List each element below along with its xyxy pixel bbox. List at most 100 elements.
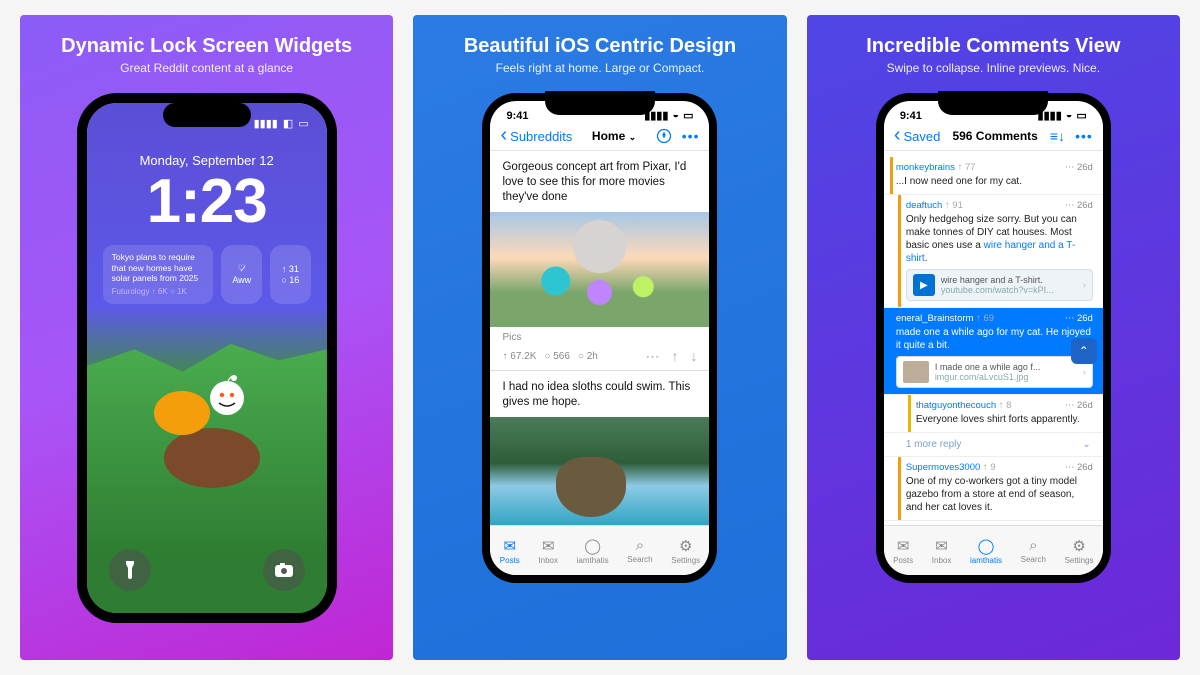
comment-more-icon[interactable]: ⋯ <box>1065 200 1075 211</box>
embed-title: wire hanger and a T-shirt. <box>941 275 1077 285</box>
tab-posts[interactable]: ✉︎Posts <box>893 537 913 565</box>
post-upvotes: ↑ 67.2K <box>502 351 536 362</box>
promo-panel-feed: Beautiful iOS Centric Design Feels right… <box>413 15 786 660</box>
comment[interactable]: thatguyonthecouch ↑ 8⋯ 26d Everyone love… <box>884 395 1103 433</box>
post-title: Gorgeous concept art from Pixar, I'd lov… <box>490 151 709 212</box>
nav-title: 596 Comments <box>952 129 1037 143</box>
post-title: I had no idea sloths could swim. This gi… <box>490 371 709 417</box>
embed-url: imgur.com/aLvcuS1.jpg <box>935 372 1077 382</box>
post-card[interactable]: I had no idea sloths could swim. This gi… <box>490 371 709 533</box>
tab-search[interactable]: ⌕Search <box>627 537 652 564</box>
battery-icon: ▭ <box>1076 109 1086 122</box>
comment-body: Everyone loves shirt forts apparently. <box>916 413 1093 426</box>
notch <box>938 91 1048 115</box>
tab-settings[interactable]: ⚙︎Settings <box>671 537 700 565</box>
reddit-mascot-illustration <box>132 343 282 493</box>
post-more-icon[interactable]: ⋯ <box>645 348 659 365</box>
flashlight-button[interactable] <box>109 549 151 591</box>
collapse-button[interactable]: ⌃ <box>1071 338 1097 364</box>
comment[interactable]: monkeybrains ↑ 77⋯ 26d ...I now need one… <box>884 157 1103 195</box>
comment[interactable]: Supermoves3000 ↑ 9⋯ 26d One of my co-wor… <box>884 457 1103 521</box>
more-icon[interactable]: ••• <box>682 128 700 144</box>
panel-subtitle: Swipe to collapse. Inline previews. Nice… <box>887 61 1100 75</box>
comment-body: made one a while ago for my cat. He njoy… <box>896 326 1093 352</box>
camera-icon <box>275 563 293 577</box>
link-preview[interactable]: ▶ wire hanger and a T-shirt. youtube.com… <box>906 269 1093 301</box>
tab-bar: ✉︎Posts ✉︎Inbox ◯iamthatis ⌕Search ⚙︎Set… <box>884 525 1103 575</box>
inbox-icon: ✉︎ <box>542 537 555 555</box>
embed-url: youtube.com/watch?v=kPI... <box>941 285 1077 295</box>
chevron-right-icon: › <box>1083 367 1086 377</box>
comment-more-icon[interactable]: ⋯ <box>1065 400 1075 411</box>
flashlight-icon <box>122 561 138 579</box>
post-subreddit: Pics <box>502 332 521 343</box>
tab-settings[interactable]: ⚙︎Settings <box>1065 537 1094 565</box>
heart-icon: ♡̷ <box>238 263 246 274</box>
back-button[interactable]: Subreddits <box>500 129 572 144</box>
downvote-icon[interactable]: ↓ <box>690 348 697 365</box>
nav-bar: Saved 596 Comments ≡↓ ••• <box>884 122 1103 151</box>
more-icon[interactable]: ••• <box>1075 128 1093 144</box>
gear-icon: ⚙︎ <box>1072 537 1085 555</box>
aww-widget-label: Aww <box>232 275 251 285</box>
tab-account[interactable]: ◯iamthatis <box>577 537 609 565</box>
status-time: 9:41 <box>506 110 528 122</box>
tab-search[interactable]: ⌕Search <box>1021 537 1046 564</box>
account-icon: ◯ <box>978 537 995 555</box>
link-preview[interactable]: I made one a while ago f... imgur.com/aL… <box>896 356 1093 388</box>
embed-thumbnail <box>903 361 929 383</box>
battery-icon: ▭ <box>298 117 308 130</box>
tab-account[interactable]: ◯iamthatis <box>970 537 1002 565</box>
tab-inbox[interactable]: ✉︎Inbox <box>932 537 952 565</box>
post-card[interactable]: Gorgeous concept art from Pixar, I'd lov… <box>490 151 709 371</box>
nav-bar: Subreddits Home ⌄ ••• <box>490 122 709 151</box>
post-comments: ○ 566 <box>544 351 570 362</box>
sort-icon[interactable] <box>656 128 672 144</box>
tab-inbox[interactable]: ✉︎Inbox <box>538 537 558 565</box>
stats-widget-up: ↑ 31 <box>282 264 299 274</box>
comment-highlighted[interactable]: eneral_Brainstorm ↑ 69⋯ 26d made one a w… <box>884 308 1103 395</box>
camera-button[interactable] <box>263 549 305 591</box>
feed-screen: 9:41 ▮▮▮▮ ◒ ▭ Subreddits Home ⌄ ••• <box>490 101 709 575</box>
news-widget-headline: Tokyo plans to require that new homes ha… <box>112 252 205 284</box>
comment-user: eneral_Brainstorm <box>896 313 974 324</box>
lock-widgets-row: Tokyo plans to require that new homes ha… <box>87 237 327 304</box>
wifi-icon: ◒ <box>1066 109 1073 122</box>
sort-icon[interactable]: ≡↓ <box>1050 128 1065 144</box>
chevron-right-icon: › <box>1083 280 1086 290</box>
account-icon: ◯ <box>584 537 601 555</box>
tab-posts[interactable]: ✉︎Posts <box>500 537 520 565</box>
wifi-icon: ◧ <box>283 117 293 130</box>
search-icon: ⌕ <box>636 537 644 554</box>
stats-widget[interactable]: ↑ 31 ○ 16 <box>270 245 311 304</box>
embed-title: I made one a while ago f... <box>935 362 1077 372</box>
comment-more-icon[interactable]: ⋯ <box>1065 162 1075 173</box>
comment[interactable]: deaftuch ↑ 91⋯ 26d Only hedgehog size so… <box>884 195 1103 308</box>
panel-title: Dynamic Lock Screen Widgets <box>61 35 352 58</box>
comment-more-icon[interactable]: ⋯ <box>1065 462 1075 473</box>
phone-mockup: 9:41 ▮▮▮▮ ◒ ▭ Subreddits Home ⌄ ••• <box>482 93 717 583</box>
comment-body: Only hedgehog size sorry. But you can ma… <box>906 213 1093 265</box>
comments-list[interactable]: monkeybrains ↑ 77⋯ 26d ...I now need one… <box>884 157 1103 525</box>
panel-subtitle: Great Reddit content at a glance <box>120 61 293 75</box>
phone-mockup: 9:41 ▮▮▮▮ ◒ ▭ Saved 596 Comments ≡↓ ••• <box>876 93 1111 583</box>
news-widget[interactable]: Tokyo plans to require that new homes ha… <box>103 245 214 304</box>
comment-user: Supermoves3000 <box>906 462 980 473</box>
play-icon: ▶ <box>913 274 935 296</box>
aww-widget[interactable]: ♡̷ Aww <box>221 245 262 304</box>
back-button[interactable]: Saved <box>894 129 941 144</box>
notch <box>545 91 655 115</box>
post-age: ○ 2h <box>578 351 598 362</box>
status-bar-icons: ▮▮▮▮ ◧ ▭ <box>254 117 309 130</box>
tab-bar: ✉︎Posts ✉︎Inbox ◯iamthatis ⌕Search ⚙︎Set… <box>490 525 709 575</box>
nav-title[interactable]: Home ⌄ <box>592 129 636 143</box>
comment-more-icon[interactable]: ⋯ <box>1065 313 1075 324</box>
upvote-icon[interactable]: ↑ <box>671 348 678 365</box>
promo-panel-lockscreen: Dynamic Lock Screen Widgets Great Reddit… <box>20 15 393 660</box>
comment-user: thatguyonthecouch <box>916 400 996 411</box>
more-replies-link[interactable]: 1 more reply⌄ <box>884 433 1103 457</box>
post-image <box>490 417 709 532</box>
chevron-down-icon: ⌄ <box>1082 439 1090 450</box>
posts-icon: ✉︎ <box>504 537 517 555</box>
panel-title: Beautiful iOS Centric Design <box>464 35 736 58</box>
